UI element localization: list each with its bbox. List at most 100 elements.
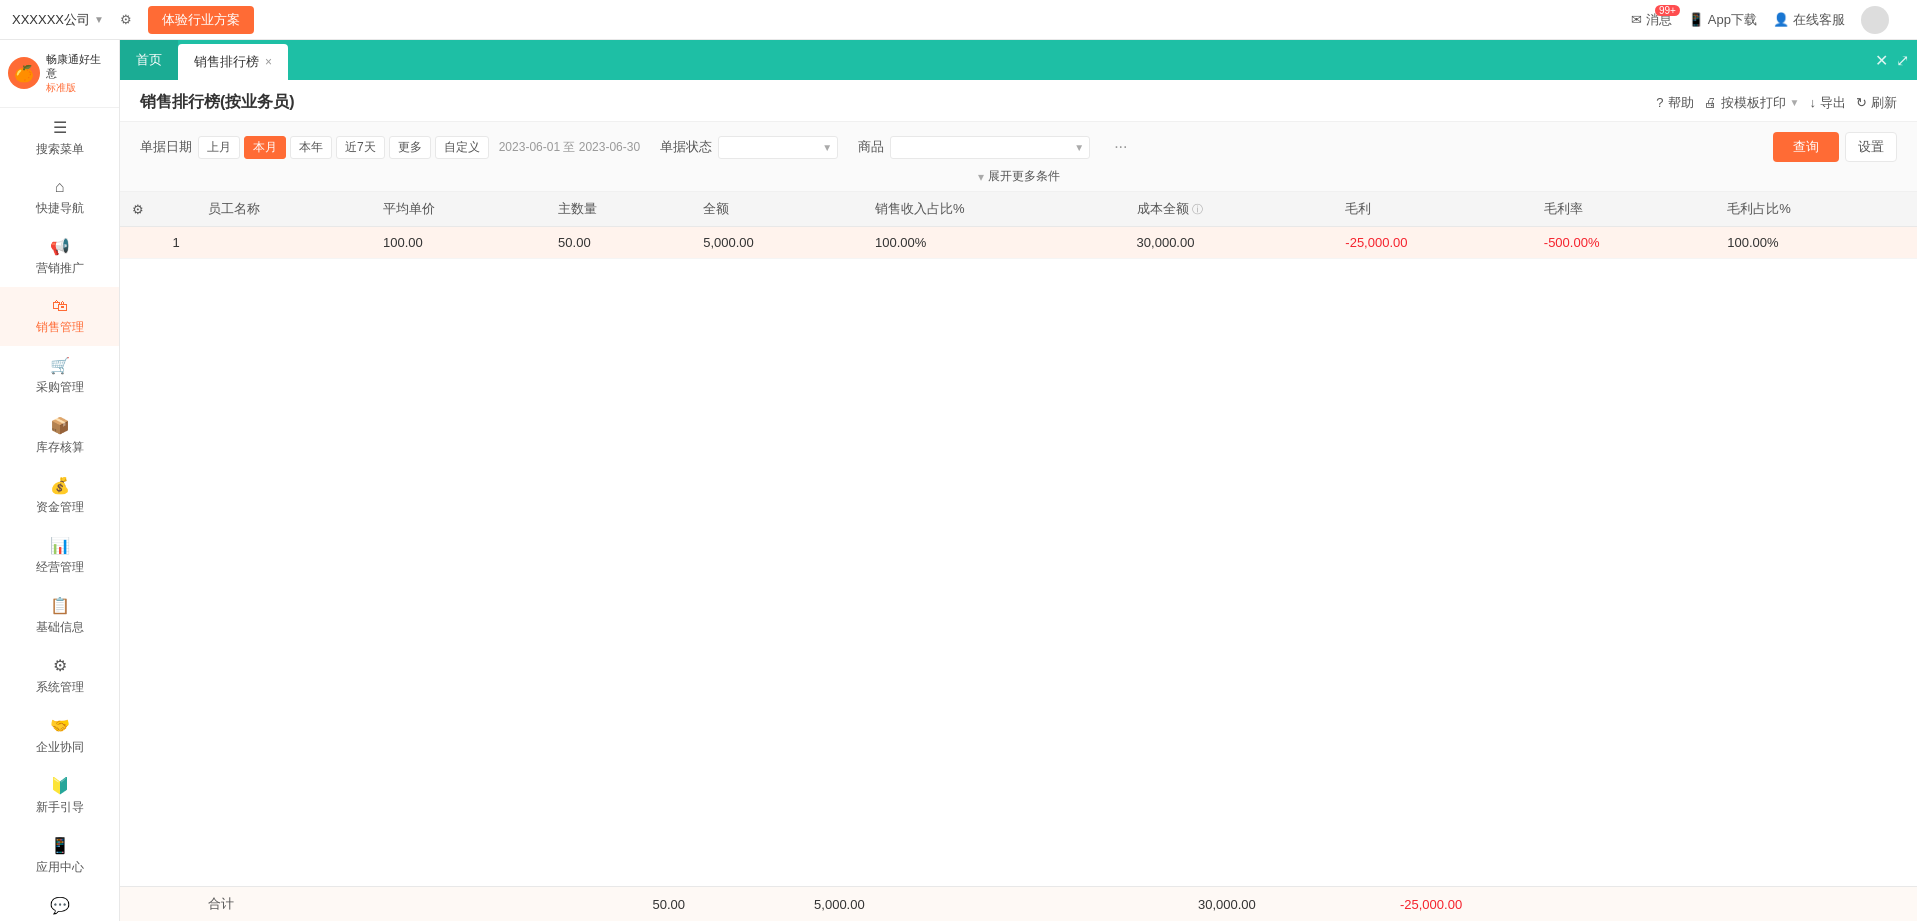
company-selector[interactable]: XXXXXX公司 ▼ [12,11,104,29]
table-wrap: ⚙ 员工名称 平均单价 主数量 全额 销售收入占比% 成本全额 ⓘ 毛利 [120,192,1917,886]
sidebar-item-operations[interactable]: 📊 经营管理 [0,526,119,586]
sales-ranking-table: ⚙ 员工名称 平均单价 主数量 全额 销售收入占比% 成本全额 ⓘ 毛利 [120,192,1917,259]
date-btn-this-month[interactable]: 本月 [244,136,286,159]
help-btn[interactable]: ? 帮助 [1656,94,1693,112]
sidebar-item-app-center[interactable]: 📱 应用中心 [0,826,119,886]
sidebar-item-basic-info[interactable]: 📋 基础信息 [0,586,119,646]
date-btn-more[interactable]: 更多 [389,136,431,159]
gear-icon[interactable]: ⚙ [132,202,144,217]
sidebar-label-marketing: 营销推广 [36,260,84,277]
app-center-icon: 📱 [50,836,70,855]
message-btn[interactable]: ✉ 消息 99+ [1631,11,1672,29]
main-layout: 🍊 畅康通好生意 标准版 ☰ 搜索菜单 ⌂ 快捷导航 📢 营销推广 🛍 销售管理… [0,40,1917,921]
filter-bar: 单据日期 上月 本月 本年 近7天 更多 自定义 2023-06-01 至 20… [120,122,1917,192]
sidebar-item-quick-nav[interactable]: ⌂ 快捷导航 [0,168,119,227]
export-btn[interactable]: ↓ 导出 [1810,94,1847,112]
date-filter-group: 单据日期 上月 本月 本年 近7天 更多 自定义 2023-06-01 至 20… [140,136,640,159]
sidebar-item-search[interactable]: ☰ 搜索菜单 [0,108,119,168]
footer-label: 合计 [208,895,450,913]
footer-cost: 30,000.00 [1198,897,1400,912]
tab-home[interactable]: 首页 [120,40,178,80]
date-btn-custom[interactable]: 自定义 [435,136,489,159]
app-download-btn[interactable]: 📱 App下载 [1688,11,1757,29]
sidebar-item-wechat[interactable]: 💬 企业微信 [0,886,119,921]
col-rank [156,192,196,227]
refresh-btn[interactable]: ↻ 刷新 [1856,94,1897,112]
settings-icon[interactable]: ⚙ [112,6,140,34]
sidebar-item-enterprise[interactable]: 🤝 企业协同 [0,706,119,766]
sidebar-label-inventory: 库存核算 [36,439,84,456]
inventory-icon: 📦 [50,416,70,435]
col-avg-price: 平均单价 [371,192,546,227]
sidebar-item-sales[interactable]: 🛍 销售管理 [0,287,119,346]
avatar[interactable] [1861,6,1889,34]
row-avg-price: 100.00 [371,227,546,259]
tab-close-icon[interactable]: × [265,55,272,69]
col-qty: 主数量 [546,192,691,227]
more-filters-dots[interactable]: ··· [1114,138,1127,156]
date-range-text: 2023-06-01 至 2023-06-30 [499,139,640,156]
page-title: 销售排行榜(按业务员) [140,92,295,113]
page-actions: ? 帮助 🖨 按模板打印 ▼ ↓ 导出 ↻ 刷新 [1656,94,1897,112]
expand-label: 展开更多条件 [988,168,1060,185]
content-area: 首页 销售排行榜 × ✕ ⤢ 销售排行榜(按业务员) ? 帮助 [120,40,1917,921]
status-filter-label: 单据状态 [660,138,712,156]
app-icon: 📱 [1688,12,1704,27]
sidebar-label-sales: 销售管理 [36,319,84,336]
company-chevron-icon: ▼ [94,14,104,25]
col-sales-ratio: 销售收入占比% [863,192,1125,227]
settings-small-button[interactable]: 设置 [1845,132,1897,162]
table-header-row: ⚙ 员工名称 平均单价 主数量 全额 销售收入占比% 成本全额 ⓘ 毛利 [120,192,1917,227]
refresh-label: 刷新 [1871,94,1897,112]
goods-filter-group: 商品 ▼ [858,136,1090,159]
goods-select-wrap: ▼ [890,136,1090,159]
cost-info-icon[interactable]: ⓘ [1192,203,1203,215]
sales-icon: 🛍 [52,297,68,315]
row-profit-ratio: 100.00% [1715,227,1917,259]
expand-row: ▾ 展开更多条件 [140,162,1897,191]
sidebar-label-basic-info: 基础信息 [36,619,84,636]
footer-amount: 5,000.00 [814,897,996,912]
sidebar-item-purchase[interactable]: 🛒 采购管理 [0,346,119,406]
row-amount: 5,000.00 [691,227,863,259]
home-icon: ⌂ [55,178,65,196]
system-icon: ⚙ [53,656,67,675]
status-filter-group: 单据状态 ▼ [660,136,838,159]
sidebar-item-finance[interactable]: 💰 资金管理 [0,466,119,526]
filter-row: 单据日期 上月 本月 本年 近7天 更多 自定义 2023-06-01 至 20… [140,132,1897,162]
export-icon: ↓ [1810,95,1817,110]
sidebar-item-guide[interactable]: 🔰 新手引导 [0,766,119,826]
search-menu-icon: ☰ [53,118,67,137]
sidebar-item-inventory[interactable]: 📦 库存核算 [0,406,119,466]
goods-select[interactable] [890,136,1090,159]
col-cost: 成本全额 ⓘ [1125,192,1334,227]
enterprise-icon: 🤝 [50,716,70,735]
sidebar-label-operations: 经营管理 [36,559,84,576]
refresh-icon: ↻ [1856,95,1867,110]
date-btn-this-year[interactable]: 本年 [290,136,332,159]
col-name: 员工名称 [196,192,371,227]
tab-sales-ranking[interactable]: 销售排行榜 × [178,44,288,80]
query-button[interactable]: 查询 [1773,132,1839,162]
sidebar-item-marketing[interactable]: 📢 营销推广 [0,227,119,287]
status-select-wrap: ▼ [718,136,838,159]
row-qty: 50.00 [546,227,691,259]
sidebar-item-system[interactable]: ⚙ 系统管理 [0,646,119,706]
date-btn-7days[interactable]: 近7天 [336,136,385,159]
print-icon: 🖨 [1704,95,1717,110]
date-btn-last-month[interactable]: 上月 [198,136,240,159]
sidebar-label-search: 搜索菜单 [36,141,84,158]
col-amount: 全额 [691,192,863,227]
table-footer: 合计 50.00 5,000.00 30,000.00 -25,000.00 [120,886,1917,921]
tab-close-window-icon[interactable]: ✕ [1875,51,1888,70]
print-btn[interactable]: 🖨 按模板打印 ▼ [1704,94,1800,112]
app-download-label: App下载 [1708,11,1757,29]
expand-more-btn[interactable]: ▾ 展开更多条件 [978,168,1060,185]
tab-fullscreen-icon[interactable]: ⤢ [1896,51,1909,70]
purchase-icon: 🛒 [50,356,70,375]
online-service-btn[interactable]: 👤 在线客服 [1773,11,1845,29]
filter-actions: 查询 设置 [1773,132,1897,162]
sidebar-label-app-center: 应用中心 [36,859,84,876]
trial-button[interactable]: 体验行业方案 [148,6,254,34]
status-select[interactable] [718,136,838,159]
